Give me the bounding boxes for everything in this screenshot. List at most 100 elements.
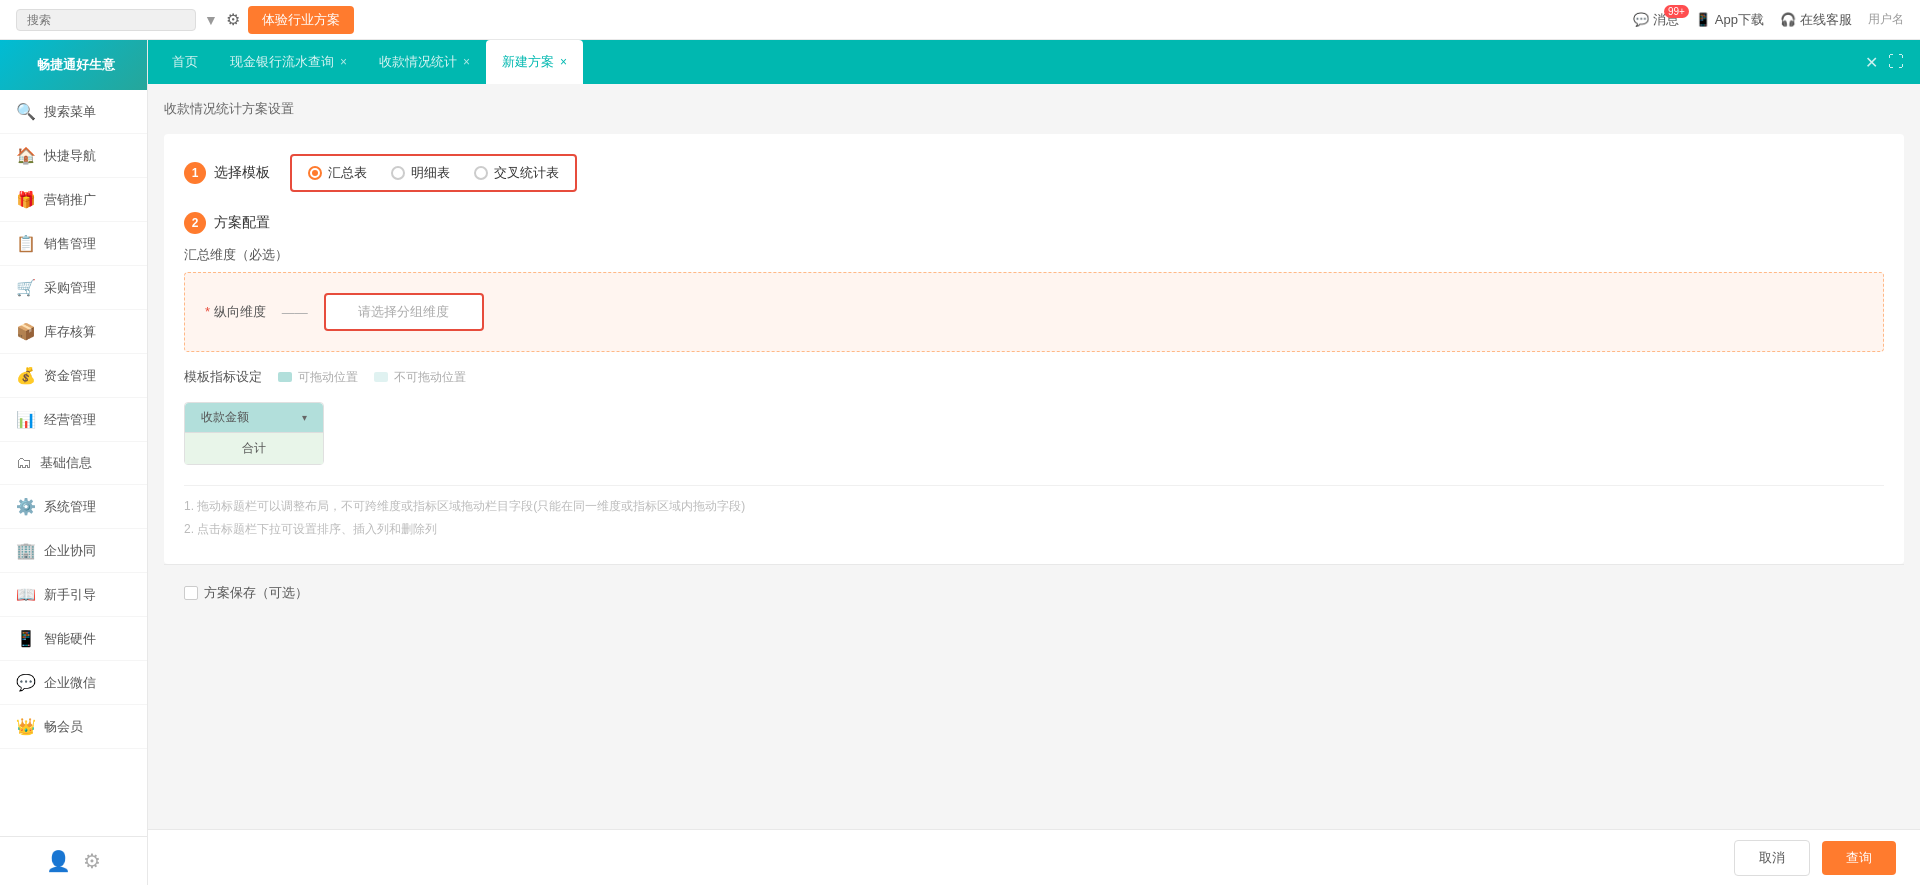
bottom-actions: 取消 查询 [148,829,1920,885]
vertical-dimension-label: * 纵向维度 [205,303,266,321]
wechat-icon: 💬 [16,673,36,692]
user-info[interactable]: 用户名 [1868,11,1904,28]
metrics-header-label: 收款金额 [201,409,249,426]
step1-row: 1 选择模板 汇总表 明细表 交叉统计表 [184,154,1884,192]
notification-badge: 99+ [1664,5,1689,18]
radio-cross[interactable]: 交叉统计表 [474,164,559,182]
hint-draggable-label: 可拖动位置 [298,369,358,386]
sidebar-item-member[interactable]: 👑 畅会员 [0,705,147,749]
tab-new-plan[interactable]: 新建方案 × [486,40,583,84]
dropdown-arrow-icon[interactable]: ▼ [204,12,218,28]
metrics-table-header[interactable]: 收款金额 ▾ [185,403,323,432]
sidebar-item-wechat[interactable]: 💬 企业微信 [0,661,147,705]
sidebar-label-search-menu: 搜索菜单 [44,103,96,121]
hint-nondraggable-label: 不可拖动位置 [394,369,466,386]
user-avatar-icon[interactable]: 👤 [46,849,71,873]
sidebar-item-system[interactable]: ⚙️ 系统管理 [0,485,147,529]
logo-text: 畅捷通好生意 [37,56,115,74]
metrics-title: 模板指标设定 [184,368,262,386]
sidebar-item-operations[interactable]: 📊 经营管理 [0,398,147,442]
tab-new-plan-close[interactable]: × [560,55,567,69]
sidebar-item-quick-nav[interactable]: 🏠 快捷导航 [0,134,147,178]
sidebar-label-purchase: 采购管理 [44,279,96,297]
content-area: 首页 现金银行流水查询 × 收款情况统计 × 新建方案 × ✕ ⛶ 收款情况统计… [148,40,1920,885]
message-icon: 💬 [1633,12,1649,27]
gear-icon[interactable]: ⚙ [226,10,240,29]
tab-home[interactable]: 首页 [156,40,214,84]
save-checkbox[interactable] [184,586,198,600]
page-content: 收款情况统计方案设置 1 选择模板 汇总表 明细表 [148,84,1920,829]
metrics-section: 模板指标设定 可拖动位置 不可拖动位置 [184,368,1884,465]
sidebar-logo: 畅捷通好生意 [0,40,147,90]
search-input[interactable] [16,9,196,31]
sidebar-item-finance[interactable]: 💰 资金管理 [0,354,147,398]
metrics-table-row: 合计 [185,432,323,464]
sidebar-item-inventory[interactable]: 📦 库存核算 [0,310,147,354]
metrics-chevron-icon[interactable]: ▾ [302,412,307,423]
hardware-icon: 📱 [16,629,36,648]
tab-bank-flow[interactable]: 现金银行流水查询 × [214,40,363,84]
message-item[interactable]: 💬 消息 99+ [1633,11,1679,29]
sidebar-item-enterprise[interactable]: 🏢 企业协同 [0,529,147,573]
sidebar-item-guide[interactable]: 📖 新手引导 [0,573,147,617]
enterprise-icon: 🏢 [16,541,36,560]
service-icon: 🎧 [1780,12,1796,27]
tab-bank-flow-close[interactable]: × [340,55,347,69]
save-checkbox-label[interactable]: 方案保存（可选） [184,584,308,602]
hint-nondraggable-item: 不可拖动位置 [374,369,466,386]
sidebar-item-search-menu[interactable]: 🔍 搜索菜单 [0,90,147,134]
step1-num: 1 [184,162,206,184]
sidebar: 畅捷通好生意 🔍 搜索菜单 🏠 快捷导航 🎁 营销推广 📋 销售管理 🛒 采购管… [0,40,148,885]
industry-button[interactable]: 体验行业方案 [248,6,354,34]
tab-close-all-icon[interactable]: ✕ [1865,53,1878,72]
tab-bar: 首页 现金银行流水查询 × 收款情况统计 × 新建方案 × ✕ ⛶ [148,40,1920,84]
tab-collection-stat-close[interactable]: × [463,55,470,69]
metrics-table: 收款金额 ▾ 合计 [184,402,324,465]
dimension-select[interactable]: 请选择分组维度 [324,293,484,331]
radio-detail[interactable]: 明细表 [391,164,450,182]
radio-cross-label: 交叉统计表 [494,164,559,182]
radio-detail-circle [391,166,405,180]
sidebar-item-marketing[interactable]: 🎁 营销推广 [0,178,147,222]
summary-dimension-title: 汇总维度（必选） [184,246,1884,264]
hint-draggable-item: 可拖动位置 [278,369,358,386]
step2-row: 2 方案配置 [184,212,1884,234]
sidebar-label-member: 畅会员 [44,718,83,736]
radio-summary-label: 汇总表 [328,164,367,182]
app-download-item[interactable]: 📱 App下载 [1695,11,1764,29]
hint-draggable-box [278,372,292,382]
tab-collection-stat[interactable]: 收款情况统计 × [363,40,486,84]
sidebar-label-wechat: 企业微信 [44,674,96,692]
app-download-label: App下载 [1715,11,1764,29]
radio-cross-circle [474,166,488,180]
online-service-label: 在线客服 [1800,11,1852,29]
query-button[interactable]: 查询 [1822,841,1896,875]
member-icon: 👑 [16,717,36,736]
tab-new-plan-label: 新建方案 [502,53,554,71]
sidebar-label-guide: 新手引导 [44,586,96,604]
inventory-icon: 📦 [16,322,36,341]
sidebar-item-sales[interactable]: 📋 销售管理 [0,222,147,266]
operations-icon: 📊 [16,410,36,429]
top-bar: ▼ ⚙ 体验行业方案 💬 消息 99+ 📱 App下载 🎧 在线客服 用户名 [0,0,1920,40]
step1-label: 选择模板 [214,164,270,182]
section-card: 1 选择模板 汇总表 明细表 交叉统计表 [164,134,1904,564]
tab-expand-icon[interactable]: ⛶ [1888,53,1904,71]
sidebar-label-basic-info: 基础信息 [40,454,92,472]
sidebar-label-inventory: 库存核算 [44,323,96,341]
sidebar-item-purchase[interactable]: 🛒 采购管理 [0,266,147,310]
sidebar-item-hardware[interactable]: 📱 智能硬件 [0,617,147,661]
online-service-item[interactable]: 🎧 在线客服 [1780,11,1852,29]
tab-home-label: 首页 [172,53,198,71]
tab-collection-stat-label: 收款情况统计 [379,53,457,71]
cancel-button[interactable]: 取消 [1734,840,1810,876]
purchase-icon: 🛒 [16,278,36,297]
step2-num: 2 [184,212,206,234]
tip1: 1. 拖动标题栏可以调整布局，不可跨维度或指标区域拖动栏目字段(只能在同一维度或… [184,498,1884,515]
radio-summary[interactable]: 汇总表 [308,164,367,182]
page-title: 收款情况统计方案设置 [164,100,1904,118]
settings-bottom-icon[interactable]: ⚙ [83,849,101,873]
sidebar-item-basic-info[interactable]: 🗂 基础信息 [0,442,147,485]
sidebar-label-quick-nav: 快捷导航 [44,147,96,165]
basic-info-icon: 🗂 [16,454,32,472]
